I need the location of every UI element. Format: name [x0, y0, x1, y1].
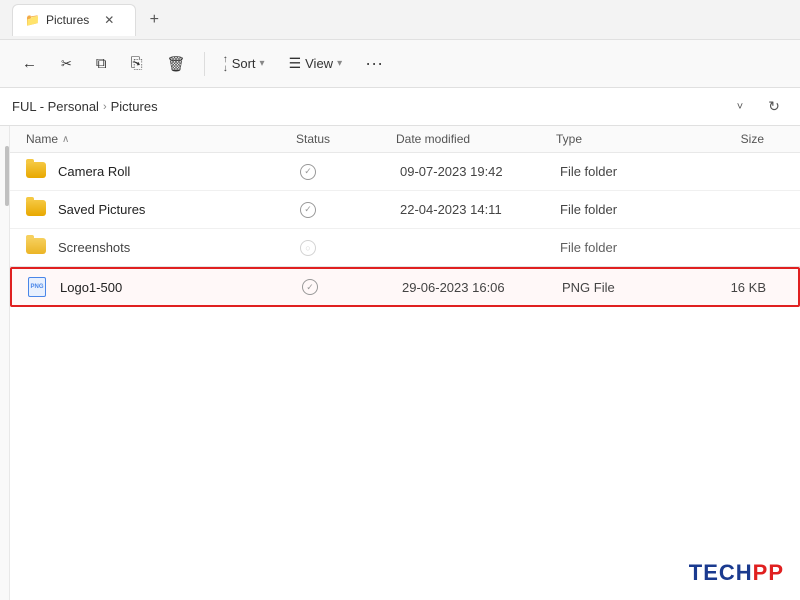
cut-icon: ✂: [61, 56, 72, 72]
file-status-cell: ○: [300, 240, 400, 256]
file-type-cell: File folder: [560, 240, 670, 255]
add-tab-button[interactable]: +: [140, 6, 168, 34]
refresh-button[interactable]: ↻: [760, 93, 788, 121]
sort-button[interactable]: ↑↓ Sort ▾: [213, 46, 275, 82]
file-date-cell: 29-06-2023 16:06: [402, 280, 562, 295]
file-name-label: Logo1-500: [60, 280, 302, 295]
nav-back-icon: ←: [22, 55, 37, 72]
nav-back-button[interactable]: ←: [12, 46, 47, 82]
sidebar: [0, 126, 10, 600]
paste-icon: ⎘: [131, 55, 143, 72]
table-row[interactable]: Saved Pictures ✓ 22-04-2023 14:11 File f…: [10, 191, 800, 229]
active-tab[interactable]: 📁 Pictures ✕: [12, 4, 136, 36]
file-status-cell: ✓: [302, 279, 402, 295]
folder-icon: [26, 238, 46, 258]
toolbar: ← ✂ ⧉ ⎘ 🗑 ↑↓ Sort ▾ ☰ View ▾ ···: [0, 40, 800, 88]
table-row[interactable]: Screenshots ○ File folder: [10, 229, 800, 267]
address-bar: FUL - Personal › Pictures ˅ ↻: [0, 88, 800, 126]
file-type-cell: File folder: [560, 202, 670, 217]
file-status-cell: ✓: [300, 164, 400, 180]
watermark-tech: TECH: [689, 560, 753, 585]
file-name-label: Screenshots: [58, 240, 300, 255]
file-date-cell: 09-07-2023 19:42: [400, 164, 560, 179]
table-row[interactable]: Camera Roll ✓ 09-07-2023 19:42 File fold…: [10, 153, 800, 191]
tab-label: Pictures: [46, 13, 89, 27]
png-file-icon: PNG: [28, 277, 48, 297]
status-check-icon: ✓: [302, 279, 318, 295]
file-name-cell: PNG Logo1-500: [28, 277, 302, 297]
cut-button[interactable]: ✂: [51, 46, 82, 82]
status-check-icon: ✓: [300, 202, 316, 218]
address-path[interactable]: FUL - Personal › Pictures: [12, 99, 720, 114]
file-list: Name ∧ Status Date modified Type Size: [10, 126, 800, 600]
sidebar-scrollbar[interactable]: [5, 146, 9, 206]
tab-close-button[interactable]: ✕: [95, 6, 123, 34]
file-type-cell: File folder: [560, 164, 670, 179]
folder-icon: [26, 162, 46, 182]
sort-label: Sort: [232, 56, 256, 71]
col-header-type[interactable]: Type: [556, 132, 666, 146]
tab-folder-icon: 📁: [25, 13, 40, 27]
view-icon: ☰: [289, 55, 302, 72]
content-area: Name ∧ Status Date modified Type Size: [0, 126, 800, 600]
file-type-cell: PNG File: [562, 280, 672, 295]
name-sort-arrow: ∧: [62, 134, 69, 145]
address-dropdown-button[interactable]: ˅: [726, 93, 754, 121]
paste-button[interactable]: ⎘: [121, 46, 153, 82]
file-name-cell: Camera Roll: [26, 162, 300, 182]
toolbar-separator: [204, 52, 205, 76]
file-name-cell: Saved Pictures: [26, 200, 300, 220]
file-name-label: Saved Pictures: [58, 202, 300, 217]
delete-icon: 🗑: [167, 55, 186, 73]
more-options-button[interactable]: ···: [356, 46, 392, 82]
title-bar: 📁 Pictures ✕ +: [0, 0, 800, 40]
status-check-icon: ✓: [300, 164, 316, 180]
path-current: Pictures: [111, 99, 158, 114]
file-status-cell: ✓: [300, 202, 400, 218]
col-header-name[interactable]: Name ∧: [26, 132, 296, 146]
sort-dropdown-icon: ▾: [260, 58, 265, 69]
table-row[interactable]: PNG Logo1-500 ✓ 29-06-2023 16:06 PNG Fil…: [10, 267, 800, 307]
col-header-size[interactable]: Size: [666, 132, 784, 146]
file-size-cell: 16 KB: [672, 280, 782, 295]
delete-button[interactable]: 🗑: [157, 46, 196, 82]
copy-button[interactable]: ⧉: [86, 46, 117, 82]
col-header-status[interactable]: Status: [296, 132, 396, 146]
col-header-date[interactable]: Date modified: [396, 132, 556, 146]
view-label: View: [305, 56, 333, 71]
file-name-cell: Screenshots: [26, 238, 300, 258]
watermark: TECHPP: [689, 560, 784, 586]
status-check-icon: ○: [300, 240, 316, 256]
sort-arrows-icon: ↑↓: [223, 55, 228, 73]
path-prefix: FUL - Personal: [12, 99, 99, 114]
column-headers: Name ∧ Status Date modified Type Size: [10, 126, 800, 153]
view-button[interactable]: ☰ View ▾: [279, 46, 353, 82]
path-separator: ›: [103, 101, 107, 113]
watermark-pp: PP: [753, 560, 784, 585]
view-dropdown-icon: ▾: [337, 58, 342, 69]
copy-icon: ⧉: [96, 55, 107, 72]
file-name-label: Camera Roll: [58, 164, 300, 179]
file-date-cell: 22-04-2023 14:11: [400, 202, 560, 217]
folder-icon: [26, 200, 46, 220]
